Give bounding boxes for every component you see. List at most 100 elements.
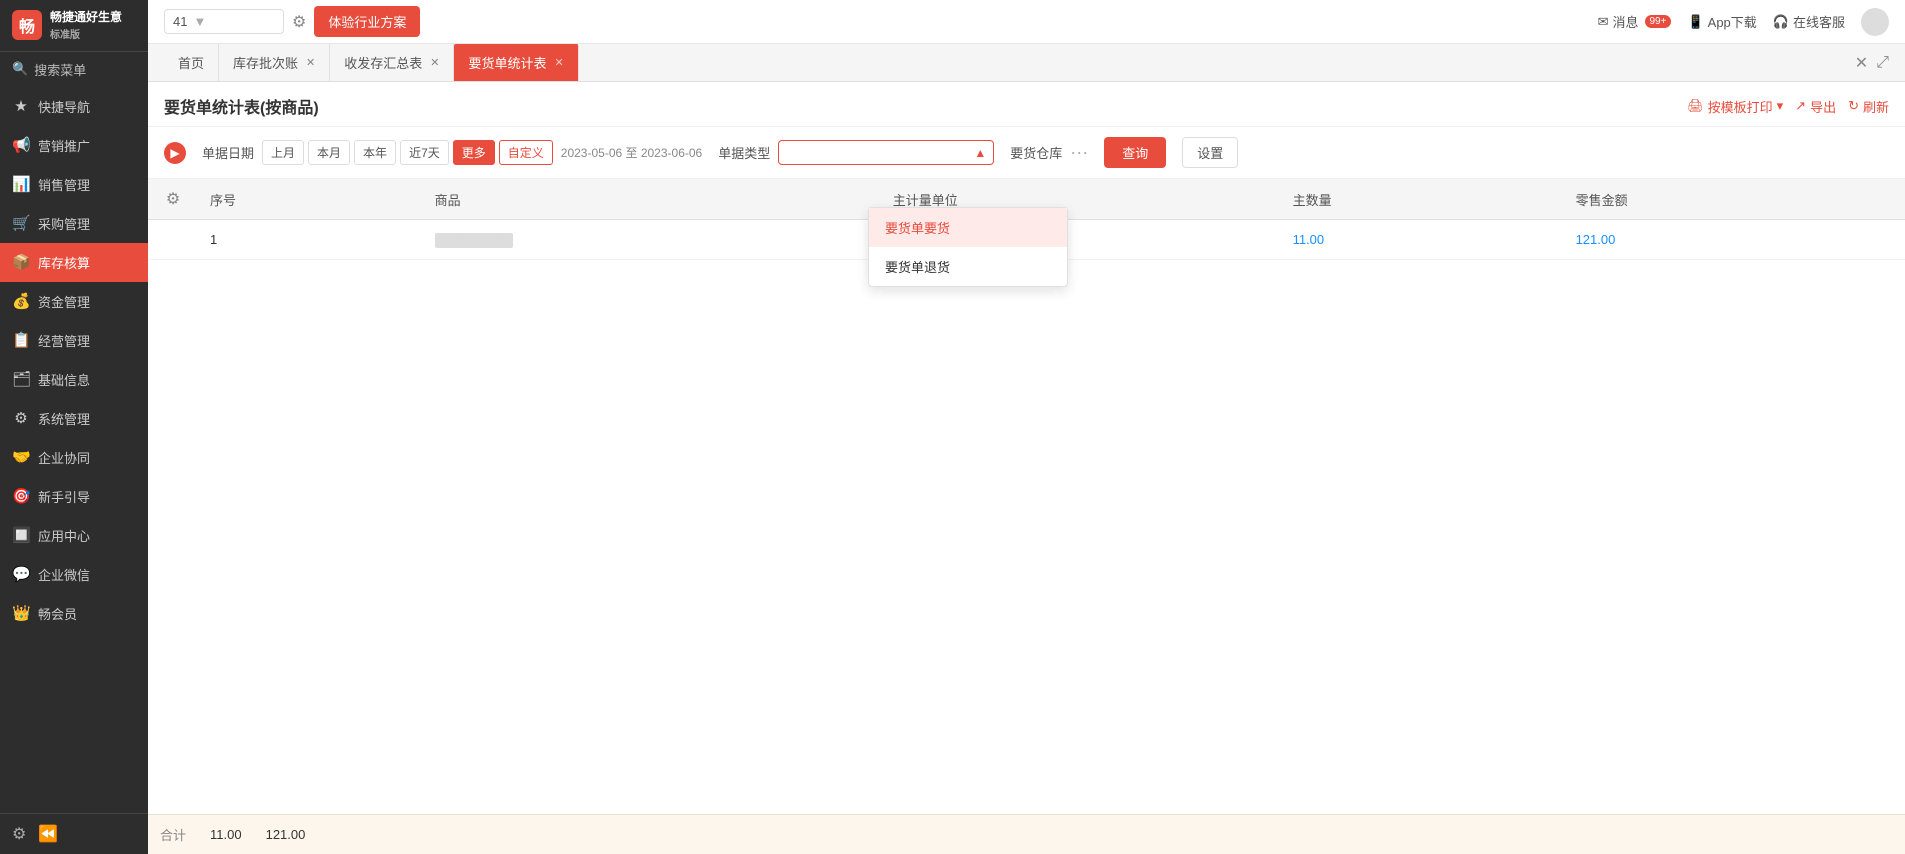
print-template-btn[interactable]: 🖨 按模板打印 ▾: [1687, 97, 1783, 116]
quick-nav-icon: ★: [12, 97, 30, 115]
chevron-down-icon: ▾: [1777, 98, 1784, 114]
page-content: 要货单统计表(按商品) 🖨 按模板打印 ▾ ↗ 导出 ↻ 刷新 ▶: [148, 82, 1905, 854]
tab-window-expand[interactable]: ⤢: [1876, 54, 1889, 72]
dropdown-item-purchase[interactable]: 要货单要货: [869, 208, 1067, 247]
footer-summary: 合计: [160, 825, 186, 844]
messages-badge: 99+: [1645, 15, 1672, 28]
sidebar-item-inventory[interactable]: 📦 库存核算: [0, 243, 148, 282]
topbar-right: ✉ 消息 99+ 📱 App下载 🎧 在线客服: [1598, 8, 1889, 36]
sidebar-item-quick-nav[interactable]: ★ 快捷导航: [0, 87, 148, 126]
message-icon: ✉: [1598, 14, 1609, 30]
export-btn[interactable]: ↗ 导出: [1795, 97, 1836, 116]
system-icon: ⚙: [12, 409, 30, 427]
filter-settings-button[interactable]: 设置: [1182, 137, 1238, 168]
sidebar-item-wechat[interactable]: 💬 企业微信: [0, 555, 148, 594]
amount-link[interactable]: 121.00: [1576, 232, 1616, 247]
sidebar-item-purchase[interactable]: 🛒 采购管理: [0, 204, 148, 243]
dropdown-item-return[interactable]: 要货单退货: [869, 247, 1067, 286]
online-service-btn[interactable]: 🎧 在线客服: [1773, 12, 1845, 31]
finance-icon: 💰: [12, 292, 30, 310]
date-btn-more[interactable]: 更多: [453, 140, 495, 165]
app-download-btn[interactable]: 📱 App下载: [1687, 12, 1756, 31]
tabs-bar: 首页 库存批次账 ✕ 收发存汇总表 ✕ 要货单统计表 ✕ ✕ ⤢: [148, 44, 1905, 82]
filter-expand-button[interactable]: ▶: [164, 142, 186, 164]
sidebar-footer: ⚙ ⏪: [0, 813, 148, 854]
col-index: 序号: [198, 179, 423, 220]
sidebar-item-appstore[interactable]: 🔲 应用中心: [0, 516, 148, 555]
app-title: 畅捷通好生意 标准版: [50, 10, 122, 41]
sidebar-item-operations[interactable]: 📋 经营管理: [0, 321, 148, 360]
app-logo: 畅: [12, 10, 42, 40]
sidebar-item-enterprise[interactable]: 🤝 企业协同: [0, 438, 148, 477]
topbar-gear-icon[interactable]: ⚙: [292, 12, 306, 32]
cell-quantity: 11.00: [1281, 220, 1564, 260]
refresh-btn[interactable]: ↻ 刷新: [1848, 97, 1889, 116]
user-avatar[interactable]: [1861, 8, 1889, 36]
table-settings-icon[interactable]: ⚙: [166, 191, 180, 208]
tab-batch[interactable]: 库存批次账 ✕: [219, 44, 330, 81]
tab-order-stat-close[interactable]: ✕: [555, 56, 564, 69]
sidebar-item-finance[interactable]: 💰 资金管理: [0, 282, 148, 321]
search-icon: 🔍: [12, 61, 28, 77]
industry-plan-button[interactable]: 体验行业方案: [314, 6, 420, 37]
date-btn-this-year[interactable]: 本年: [354, 140, 396, 165]
footer-amount-value: 121.00: [266, 827, 306, 842]
appstore-icon: 🔲: [12, 526, 30, 544]
sidebar-item-guide[interactable]: 🎯 新手引导: [0, 477, 148, 516]
quantity-link[interactable]: 11.00: [1293, 232, 1325, 247]
tab-summary-close[interactable]: ✕: [430, 56, 439, 69]
tab-summary[interactable]: 收发存汇总表 ✕: [330, 44, 454, 81]
sidebar-collapse-btn[interactable]: ⏪: [38, 824, 58, 844]
topbar-left: 41 ▼ ⚙ 体验行业方案: [164, 6, 1586, 37]
company-selector[interactable]: 41 ▼: [164, 9, 284, 34]
filter-query-button[interactable]: 查询: [1104, 137, 1166, 168]
sidebar-item-basic[interactable]: 🗂 基础信息: [0, 360, 148, 399]
sidebar-settings-icon[interactable]: ⚙: [12, 824, 26, 844]
export-icon: ↗: [1795, 98, 1806, 114]
tab-home[interactable]: 首页: [164, 44, 219, 81]
sidebar-item-sales[interactable]: 📊 销售管理: [0, 165, 148, 204]
col-product: 商品: [423, 179, 881, 220]
inventory-icon: 📦: [12, 253, 30, 271]
tab-batch-close[interactable]: ✕: [306, 56, 315, 69]
sidebar-nav: ★ 快捷导航 📢 营销推广 📊 销售管理 🛒 采购管理 📦 库存核算 💰 资金管…: [0, 87, 148, 813]
page-header: 要货单统计表(按商品) 🖨 按模板打印 ▾ ↗ 导出 ↻ 刷新: [148, 82, 1905, 127]
tab-window-close[interactable]: ✕: [1855, 53, 1868, 73]
type-dropdown: 要货单要货 要货单退货: [868, 207, 1068, 287]
guide-icon: 🎯: [12, 487, 30, 505]
purchase-icon: 🛒: [12, 214, 30, 232]
basic-icon: 🗂: [12, 370, 30, 388]
sidebar-item-marketing[interactable]: 📢 营销推广: [0, 126, 148, 165]
filter-type-input[interactable]: [778, 140, 994, 165]
tab-order-stat[interactable]: 要货单统计表 ✕: [454, 44, 578, 81]
footer-quantity-value: 11.00: [210, 827, 242, 842]
cell-amount: 121.00: [1564, 220, 1905, 260]
cell-check: [148, 220, 198, 260]
date-btn-recent7[interactable]: 近7天: [400, 140, 449, 165]
sidebar-item-system[interactable]: ⚙ 系统管理: [0, 399, 148, 438]
filter-warehouse-group: 要货仓库 ···: [1010, 142, 1088, 163]
messages-btn[interactable]: ✉ 消息 99+: [1598, 12, 1672, 31]
sidebar-item-vip[interactable]: 👑 畅会员: [0, 594, 148, 633]
col-amount: 零售金额: [1564, 179, 1905, 220]
filter-warehouse-more[interactable]: ···: [1070, 142, 1088, 163]
tabs-actions: ✕ ⤢: [1855, 53, 1889, 73]
company-name: 41: [173, 14, 187, 29]
filter-bar: ▶ 单据日期 上月 本月 本年 近7天 更多 自定义 2023-05-06 至 …: [148, 127, 1905, 179]
sidebar-header: 畅 畅捷通好生意 标准版: [0, 0, 148, 52]
print-icon: 🖨: [1687, 98, 1704, 114]
cell-index: 1: [198, 220, 423, 260]
col-settings[interactable]: ⚙: [148, 179, 198, 220]
date-btn-last-month[interactable]: 上月: [262, 140, 304, 165]
filter-type-label: 单据类型: [718, 143, 770, 162]
marketing-icon: 📢: [12, 136, 30, 154]
sidebar-search[interactable]: 🔍 搜索菜单: [0, 52, 148, 87]
date-btn-this-month[interactable]: 本月: [308, 140, 350, 165]
table-footer: 合计 11.00 121.00: [148, 814, 1905, 854]
filter-type-group: 单据类型 ▲: [718, 140, 994, 165]
filter-type-select-box: ▲: [778, 140, 994, 165]
chevron-down-icon: ▼: [193, 14, 206, 29]
date-btn-custom[interactable]: 自定义: [499, 140, 553, 165]
wechat-icon: 💬: [12, 565, 30, 583]
vip-icon: 👑: [12, 604, 30, 622]
